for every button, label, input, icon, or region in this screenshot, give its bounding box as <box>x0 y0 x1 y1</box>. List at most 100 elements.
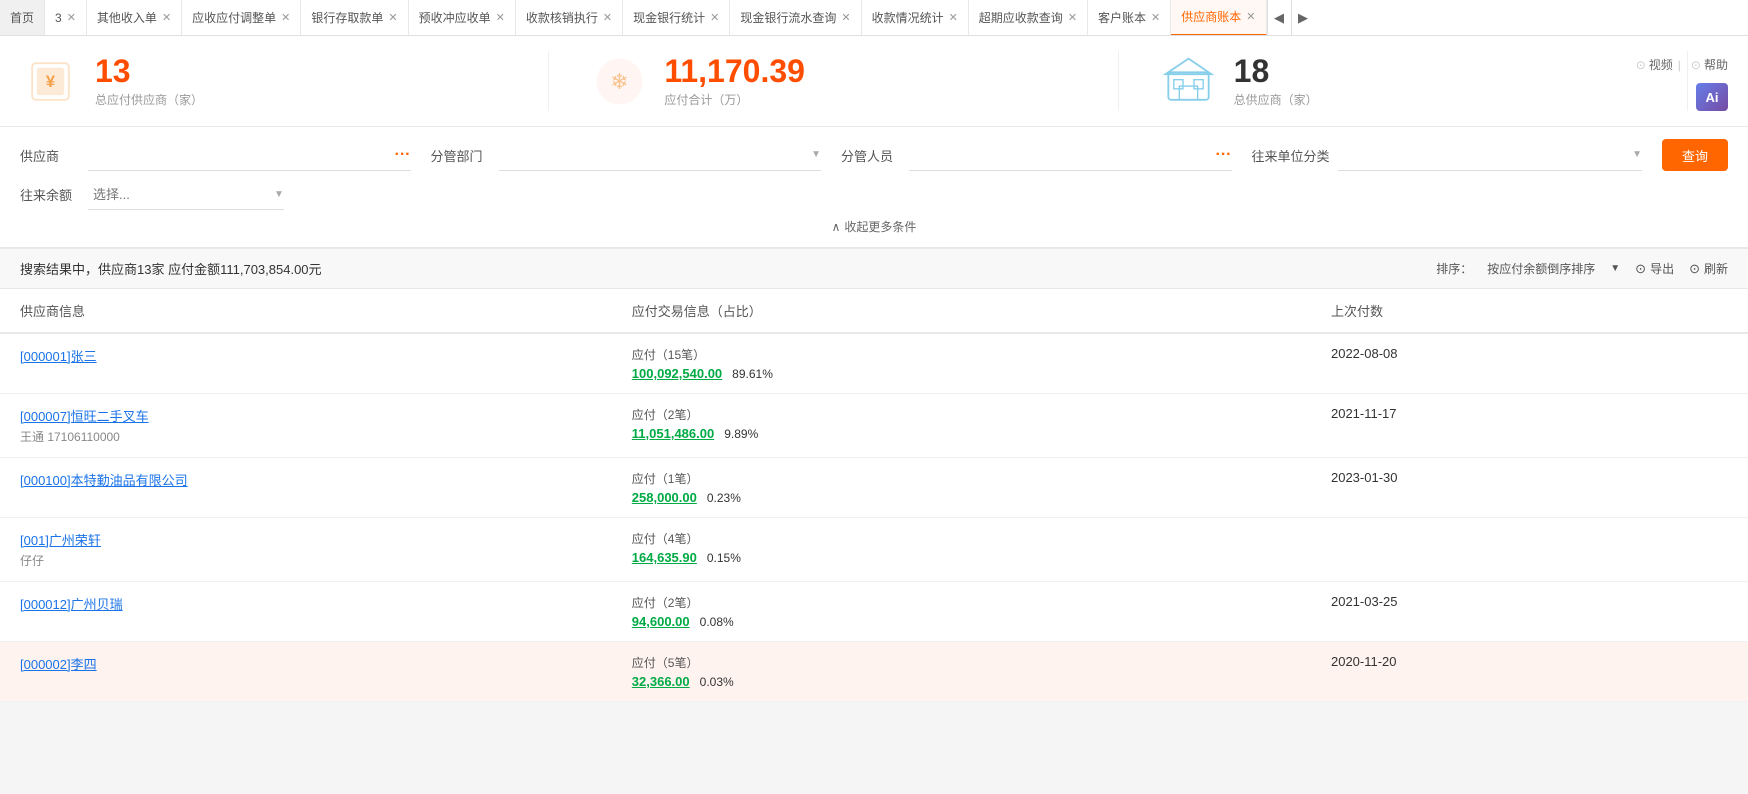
payable-amount-1[interactable]: 11,051,486.00 <box>632 426 714 441</box>
nav-tab-ar-ap-adjust[interactable]: 应收应付调整单 ✕ <box>182 0 301 36</box>
last-payment-value-5: 2020-11-20 <box>1331 654 1397 669</box>
payable-percentage-5: 0.03% <box>700 675 734 689</box>
nav-tab-supplier-ledger-close[interactable]: ✕ <box>1246 10 1255 23</box>
stat-payable-amount-content: 11,170.39 应付合计（万） <box>664 55 805 108</box>
last-payment-cell-1: 2021-11-17 <box>1311 394 1748 458</box>
supplier-link-5[interactable]: [000002]李四 <box>20 657 97 672</box>
toolbar-sort-value[interactable]: 按应付余额倒序排序 <box>1487 260 1595 277</box>
payable-label-2: 应付（1笔） <box>632 470 1291 487</box>
nav-tab-cash-flow-query-close[interactable]: ✕ <box>841 11 850 24</box>
supplier-link-2[interactable]: [000100]本特勤油品有限公司 <box>20 473 188 488</box>
nav-tab-3-close[interactable]: ✕ <box>67 11 76 24</box>
nav-tab-advance-offset-close[interactable]: ✕ <box>496 11 505 24</box>
separator: | <box>1678 58 1681 72</box>
filter-supplier-label: 供应商 <box>20 146 80 165</box>
nav-tab-payment-exec-close[interactable]: ✕ <box>603 11 612 24</box>
last-payment-value-4: 2021-03-25 <box>1331 594 1398 609</box>
nav-tab-overdue-ar[interactable]: 超期应收款查询 ✕ <box>969 0 1088 36</box>
nav-tab-customer-ledger[interactable]: 客户账本 ✕ <box>1088 0 1171 36</box>
filter-dept-chevron[interactable]: ▼ <box>811 149 821 160</box>
nav-tab-cash-bank-stats-close[interactable]: ✕ <box>710 11 719 24</box>
search-button[interactable]: 查询 <box>1662 139 1728 171</box>
payable-amount-5[interactable]: 32,366.00 <box>632 674 690 689</box>
nav-tab-home-label: 首页 <box>10 9 34 26</box>
toolbar-result-text: 搜索结果中，供应商13家 <box>20 262 164 277</box>
nav-tab-other-income[interactable]: 其他收入单 ✕ <box>87 0 182 36</box>
table-row: [000100]本特勤油品有限公司应付（1笔）258,000.000.23%20… <box>0 458 1748 518</box>
last-payment-cell-2: 2023-01-30 <box>1311 458 1748 518</box>
nav-tab-advance-offset[interactable]: 预收冲应收单 ✕ <box>409 0 516 36</box>
sort-chevron-down-icon: ▼ <box>1610 263 1620 274</box>
filter-dept-label: 分管部门 <box>431 146 491 165</box>
nav-prev-arrow[interactable]: ◀ <box>1267 0 1291 36</box>
col-header-payable: 应付交易信息（占比） <box>612 289 1311 333</box>
nav-tab-3[interactable]: 3 ✕ <box>45 0 87 36</box>
filter-balance-input[interactable] <box>88 179 274 209</box>
nav-next-arrow[interactable]: ▶ <box>1291 0 1315 36</box>
export-label: 导出 <box>1650 260 1674 277</box>
video-link[interactable]: 视频 <box>1649 56 1673 73</box>
filter-balance: 往来余额 ▼ <box>20 179 270 210</box>
payable-cell-0: 应付（15笔）100,092,540.0089.61% <box>612 333 1311 394</box>
nav-tab-customer-ledger-close[interactable]: ✕ <box>1151 11 1160 24</box>
nav-tab-overdue-ar-label: 超期应收款查询 <box>979 9 1063 26</box>
nav-tab-payment-stats-close[interactable]: ✕ <box>949 11 958 24</box>
payable-label-0: 应付（15笔） <box>632 346 1291 363</box>
filter-person-wrap: ··· <box>909 140 1232 171</box>
payable-amount-4[interactable]: 94,600.00 <box>632 614 690 629</box>
refresh-button[interactable]: ⊙ 刷新 <box>1689 260 1728 277</box>
col-header-last-payment: 上次付数 <box>1311 289 1748 333</box>
col-header-supplier: 供应商信息 <box>0 289 612 333</box>
nav-tab-supplier-ledger[interactable]: 供应商账本 ✕ <box>1171 0 1266 36</box>
top-navigation: 首页 3 ✕ 其他收入单 ✕ 应收应付调整单 ✕ 银行存取款单 ✕ 预收冲应收单… <box>0 0 1748 36</box>
ai-button[interactable]: Ai <box>1696 83 1728 111</box>
payable-label-5: 应付（5笔） <box>632 654 1291 671</box>
stat-total-suppliers-value: 18 <box>1234 55 1318 87</box>
top-right-links: ⊙ 视频 | ⊙ 帮助 <box>1631 56 1728 73</box>
collapse-button[interactable]: ∧ 收起更多条件 <box>832 218 917 235</box>
nav-tab-overdue-ar-close[interactable]: ✕ <box>1068 11 1077 24</box>
filter-row-2: 往来余额 ▼ <box>20 179 1728 210</box>
last-payment-cell-4: 2021-03-25 <box>1311 582 1748 642</box>
supplier-link-4[interactable]: [000012]广州贝瑞 <box>20 597 123 612</box>
filter-supplier-input[interactable] <box>88 140 391 170</box>
help-link[interactable]: 帮助 <box>1704 56 1728 73</box>
filter-balance-label: 往来余额 <box>20 185 80 204</box>
table-body: [000001]张三应付（15笔）100,092,540.0089.61%202… <box>0 333 1748 702</box>
filter-category-chevron[interactable]: ▼ <box>1632 149 1642 160</box>
nav-tab-ar-ap-adjust-close[interactable]: ✕ <box>281 11 290 24</box>
supplier-link-1[interactable]: [000007]恒旺二手叉车 <box>20 409 149 424</box>
supplier-link-3[interactable]: [001]广州荣轩 <box>20 533 101 548</box>
filter-person-label: 分管人员 <box>841 146 901 165</box>
filter-category-input[interactable] <box>1338 140 1633 170</box>
nav-tab-other-income-close[interactable]: ✕ <box>162 11 171 24</box>
payable-amount-2[interactable]: 258,000.00 <box>632 490 697 505</box>
payable-amount-0[interactable]: 100,092,540.00 <box>632 366 722 381</box>
nav-tab-bank-deposit[interactable]: 银行存取款单 ✕ <box>301 0 408 36</box>
nav-tab-payment-stats[interactable]: 收款情况统计 ✕ <box>862 0 969 36</box>
filter-section: 供应商 ··· 分管部门 ▼ 分管人员 ··· 往来单位分类 <box>0 127 1748 248</box>
nav-tab-payment-exec[interactable]: 收款核销执行 ✕ <box>516 0 623 36</box>
stat-total-suppliers-label: 总供应商（家） <box>1234 91 1318 108</box>
payable-amount-3[interactable]: 164,635.90 <box>632 550 697 565</box>
nav-tab-cash-bank-stats[interactable]: 现金银行统计 ✕ <box>623 0 730 36</box>
nav-tab-cash-flow-query[interactable]: 现金银行流水查询 ✕ <box>730 0 861 36</box>
filter-category: 往来单位分类 ▼ <box>1252 140 1643 171</box>
table-row: [000012]广州贝瑞应付（2笔）94,600.000.08%2021-03-… <box>0 582 1748 642</box>
filter-balance-chevron[interactable]: ▼ <box>274 189 284 200</box>
supplier-cell-2: [000100]本特勤油品有限公司 <box>0 458 612 518</box>
supplier-link-0[interactable]: [000001]张三 <box>20 349 97 364</box>
last-payment-value-1: 2021-11-17 <box>1331 406 1397 421</box>
filter-person-dots[interactable]: ··· <box>1216 146 1232 164</box>
filter-person-input[interactable] <box>909 140 1212 170</box>
nav-tab-payment-exec-label: 收款核销执行 <box>526 9 598 26</box>
table-row: [000001]张三应付（15笔）100,092,540.0089.61%202… <box>0 333 1748 394</box>
nav-tab-bank-deposit-close[interactable]: ✕ <box>388 11 397 24</box>
ai-button-label: Ai <box>1706 90 1719 105</box>
table-toolbar: 搜索结果中，供应商13家 应付金额111,703,854.00元 排序： 按应付… <box>0 248 1748 289</box>
nav-tab-home[interactable]: 首页 <box>0 0 45 36</box>
filter-supplier-dots[interactable]: ··· <box>395 146 411 164</box>
stat-snowflake-icon: ❄ <box>589 51 649 111</box>
export-button[interactable]: ⊙ 导出 <box>1635 260 1674 277</box>
filter-dept-input[interactable] <box>499 140 812 170</box>
